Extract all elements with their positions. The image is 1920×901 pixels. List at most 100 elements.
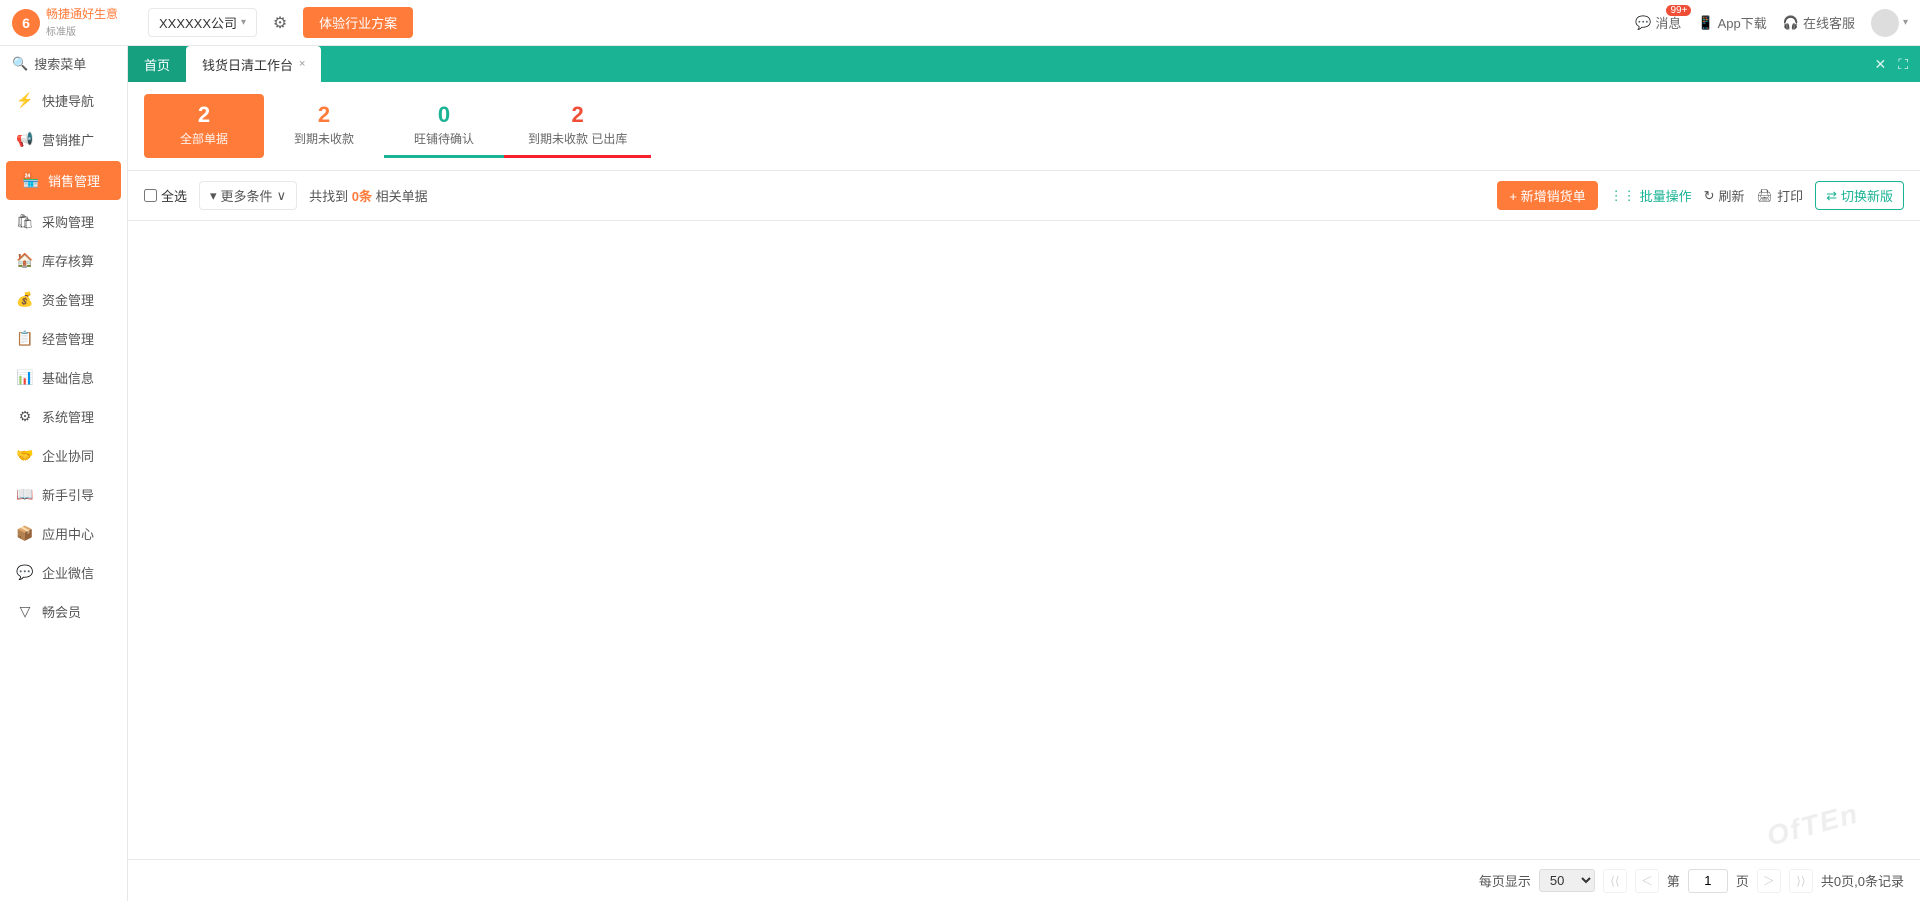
page-input[interactable]: 1	[1688, 869, 1728, 893]
chevron-down-icon-user: ▾	[1903, 17, 1908, 28]
filter-icon: ▾	[210, 188, 217, 204]
sidebar-item-weixin[interactable]: 💬 企业微信	[0, 553, 127, 592]
sidebar-item-member[interactable]: ▽ 畅会员	[0, 592, 127, 631]
sidebar-label-inventory: 库存核算	[42, 251, 94, 270]
select-all-input[interactable]	[144, 189, 157, 202]
sidebar-item-purchase[interactable]: 🛍 采购管理	[0, 202, 127, 241]
app-icon: 📱	[1697, 15, 1713, 31]
app-download-button[interactable]: 📱 App下载	[1697, 13, 1766, 32]
tab-bar-right: ✕ ⛶	[1870, 54, 1920, 75]
sidebar-label-system: 系统管理	[42, 407, 94, 426]
sidebar-item-marketing[interactable]: 📢 营销推广	[0, 120, 127, 159]
sidebar-icon-app-center: 📦	[16, 525, 34, 542]
stat-card-pending[interactable]: 0 旺铺待确认	[384, 94, 504, 158]
sidebar-search[interactable]: 🔍 搜索菜单	[0, 46, 127, 81]
sidebar-label-marketing: 营销推广	[42, 130, 94, 149]
sidebar-label-app-center: 应用中心	[42, 524, 94, 543]
last-page-button[interactable]: ⟩⟩	[1789, 869, 1813, 893]
page-label: 第	[1667, 871, 1680, 890]
select-all-checkbox[interactable]: 全选	[144, 186, 187, 205]
refresh-label: 刷新	[1719, 186, 1745, 205]
stat-number-shipped: 2	[528, 102, 627, 128]
switch-label: 切换新版	[1841, 186, 1893, 205]
content-inner: 2 全部单据 2 到期未收款 0 旺铺待确认 2 到期未收款 已出库 全选 ▾ …	[128, 82, 1920, 901]
refresh-button[interactable]: ↻ 刷新	[1704, 186, 1745, 205]
select-all-label: 全选	[161, 186, 187, 205]
switch-icon: ⇄	[1826, 188, 1837, 204]
sidebar-item-inventory[interactable]: 🏠 库存核算	[0, 241, 127, 280]
logo-area: 6 畅捷通好生意 标准版	[12, 7, 140, 38]
sidebar-icon-marketing: 📢	[16, 131, 34, 148]
switch-version-button[interactable]: ⇄ 切换新版	[1815, 181, 1904, 210]
try-industry-button[interactable]: 体验行业方案	[303, 7, 413, 38]
toolbar-right: + 新增销货单 ⋮⋮ 批量操作 ↻ 刷新 🖨 打印 ⇄ 切换新版	[1497, 181, 1904, 210]
sidebar-item-quick-nav[interactable]: ⚡ 快捷导航	[0, 81, 127, 120]
sidebar-item-guide[interactable]: 📖 新手引导	[0, 475, 127, 514]
stat-label-pending: 旺铺待确认	[408, 130, 480, 147]
stat-card-overdue[interactable]: 2 到期未收款	[264, 94, 384, 158]
sidebar-item-enterprise[interactable]: 🤝 企业协同	[0, 436, 127, 475]
sidebar-icon-guide: 📖	[16, 486, 34, 503]
sidebar-item-app-center[interactable]: 📦 应用中心	[0, 514, 127, 553]
close-icon[interactable]: ×	[299, 58, 305, 70]
print-button[interactable]: 🖨 打印	[1757, 186, 1804, 205]
refresh-icon: ↻	[1704, 188, 1715, 204]
filter-button[interactable]: ▾ 更多条件 ∨	[199, 181, 297, 210]
sidebar: 🔍 搜索菜单 ⚡ 快捷导航 📢 营销推广 🏪 销售管理 🛍 采购管理 🏠 库存核…	[0, 46, 128, 901]
sidebar-icon-sales: 🏪	[22, 172, 40, 189]
sidebar-item-system[interactable]: ⚙ 系统管理	[0, 397, 127, 436]
table-area	[128, 221, 1920, 859]
avatar-area[interactable]: ▾	[1871, 9, 1908, 37]
settings-icon[interactable]: ⚙	[265, 8, 295, 38]
batch-operation-button[interactable]: ⋮⋮ 批量操作	[1610, 186, 1692, 205]
stat-label-shipped: 到期未收款 已出库	[528, 130, 627, 147]
message-button[interactable]: 💬 消息 99+	[1635, 13, 1681, 32]
app-download-label: App下载	[1718, 13, 1767, 32]
logo-subtitle: 标准版	[46, 23, 118, 38]
filter-label: 更多条件	[221, 186, 273, 205]
stat-card-all[interactable]: 2 全部单据	[144, 94, 264, 158]
tab-expand-icon[interactable]: ⛶	[1894, 54, 1912, 75]
chevron-icon: ∨	[277, 188, 287, 204]
sidebar-item-operations[interactable]: 📋 经营管理	[0, 319, 127, 358]
tab-close-all-icon[interactable]: ✕	[1870, 54, 1890, 75]
found-suffix: 相关单据	[376, 189, 428, 204]
sidebar-icon-finance: 💰	[16, 291, 34, 308]
sidebar-icon-purchase: 🛍	[16, 213, 34, 230]
top-header: 6 畅捷通好生意 标准版 XXXXXX公司 ▾ ⚙ 体验行业方案 💬 消息 99…	[0, 0, 1920, 46]
print-label: 打印	[1777, 186, 1803, 205]
sidebar-icon-inventory: 🏠	[16, 252, 34, 269]
toolbar: 全选 ▾ 更多条件 ∨ 共找到 0条 相关单据 + 新增销货单 ⋮⋮ 批量操作 …	[128, 171, 1920, 221]
sidebar-label-sales: 销售管理	[48, 171, 100, 190]
prev-page-button[interactable]: ＜	[1635, 869, 1659, 893]
stat-card-shipped[interactable]: 2 到期未收款 已出库	[504, 94, 651, 158]
online-service-button[interactable]: 🎧 在线客服	[1783, 13, 1855, 32]
chevron-down-icon: ▾	[241, 17, 246, 28]
batch-icon: ⋮⋮	[1610, 188, 1636, 204]
stat-label-overdue: 到期未收款	[288, 130, 360, 147]
stat-number-pending: 0	[408, 102, 480, 128]
tab-home[interactable]: 首页	[128, 46, 186, 82]
sidebar-item-sales[interactable]: 🏪 销售管理	[6, 161, 121, 200]
company-selector[interactable]: XXXXXX公司 ▾	[148, 8, 257, 37]
found-text: 共找到 0条 相关单据	[309, 186, 428, 205]
per-page-label: 每页显示	[1479, 871, 1531, 890]
tab-bar: 首页 钱货日清工作台 × ✕ ⛶	[128, 46, 1920, 82]
online-service-label: 在线客服	[1803, 13, 1855, 32]
first-page-button[interactable]: ⟨⟨	[1603, 869, 1627, 893]
sidebar-item-finance[interactable]: 💰 资金管理	[0, 280, 127, 319]
sidebar-item-basic-info[interactable]: 📊 基础信息	[0, 358, 127, 397]
sidebar-icon-weixin: 💬	[16, 564, 34, 581]
tab-workbench[interactable]: 钱货日清工作台 ×	[186, 46, 321, 82]
sidebar-label-weixin: 企业微信	[42, 563, 94, 582]
new-order-button[interactable]: + 新增销货单	[1497, 181, 1597, 210]
next-page-button[interactable]: ＞	[1757, 869, 1781, 893]
search-icon: 🔍	[12, 56, 28, 72]
total-info: 共0页,0条记录	[1821, 871, 1904, 890]
stat-number-overdue: 2	[288, 102, 360, 128]
per-page-select[interactable]: 50 100 200	[1539, 869, 1595, 892]
header-right: 💬 消息 99+ 📱 App下载 🎧 在线客服 ▾	[1635, 9, 1908, 37]
main-content: 2 全部单据 2 到期未收款 0 旺铺待确认 2 到期未收款 已出库 全选 ▾ …	[128, 82, 1920, 901]
sidebar-icon-member: ▽	[16, 603, 34, 620]
stat-label-all: 全部单据	[168, 130, 240, 147]
